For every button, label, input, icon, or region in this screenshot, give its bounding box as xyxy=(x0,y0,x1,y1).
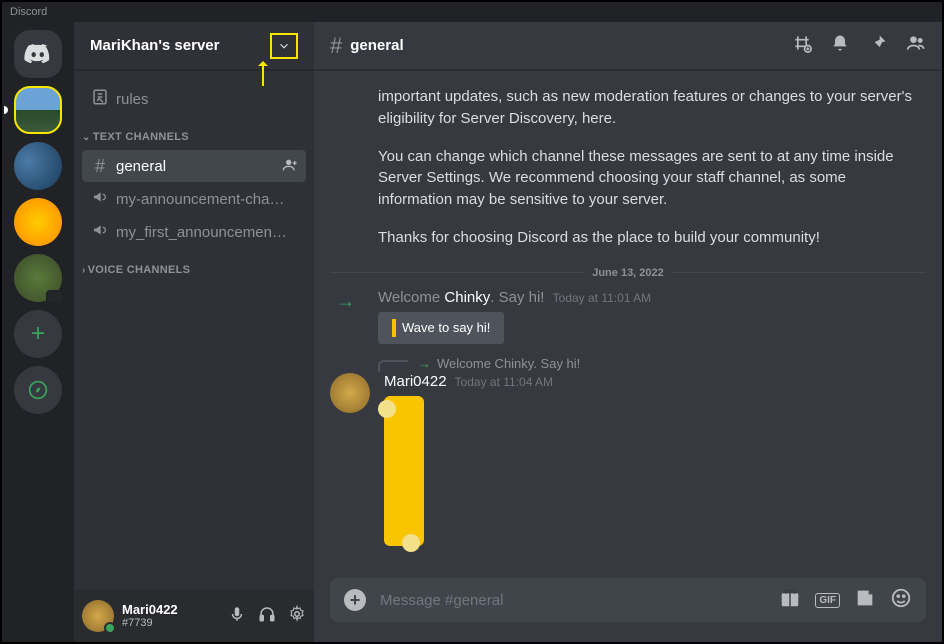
join-arrow-icon: → xyxy=(330,291,362,312)
rules-icon xyxy=(90,88,110,111)
channel-announcement-1[interactable]: my-announcement-cha… xyxy=(82,183,306,215)
channel-label: general xyxy=(116,158,166,175)
channel-header: # general xyxy=(314,22,942,70)
message-composer[interactable]: + Message #general GIF xyxy=(330,578,926,622)
welcome-message: → Welcome Chinky. Say hi! Today at 11:01… xyxy=(330,289,926,344)
main-area: # general important updates, such as new… xyxy=(314,22,942,642)
category-voice[interactable]: › VOICE CHANNELS xyxy=(74,258,314,282)
server-header[interactable]: MariKhan's server xyxy=(74,22,314,70)
message-row: Mari0422 Today at 11:04 AM xyxy=(330,373,926,546)
members-button[interactable] xyxy=(906,33,926,58)
composer-placeholder[interactable]: Message #general xyxy=(380,592,765,609)
attach-button[interactable]: + xyxy=(344,589,366,611)
window-titlebar: Discord xyxy=(2,2,942,22)
self-tag: #7739 xyxy=(122,617,220,629)
self-avatar[interactable] xyxy=(82,600,114,632)
deafen-button[interactable] xyxy=(258,605,276,628)
server-icon-1[interactable] xyxy=(14,86,62,134)
server-name: MariKhan's server xyxy=(90,37,219,54)
reply-reference[interactable]: → Welcome Chinky. Say hi! xyxy=(378,356,926,371)
welcome-prefix: Welcome xyxy=(378,289,444,306)
channel-sidebar: MariKhan's server rules ⌄ TEXT CHANNELS xyxy=(74,22,314,642)
user-panel: Mari0422 #7739 xyxy=(74,590,314,642)
event-badge xyxy=(46,290,64,304)
welcome-username[interactable]: Chinky xyxy=(444,289,490,306)
status-online xyxy=(104,622,116,634)
channel-general[interactable]: # general xyxy=(82,150,306,182)
notifications-button[interactable] xyxy=(830,33,850,58)
gif-button[interactable]: GIF xyxy=(815,593,840,608)
threads-icon xyxy=(792,33,812,53)
wave-button[interactable]: Wave to say hi! xyxy=(378,312,504,344)
chevron-down-icon: ⌄ xyxy=(82,132,91,143)
megaphone-icon xyxy=(90,222,110,243)
hash-icon: # xyxy=(90,156,110,177)
channel-announcement-2[interactable]: my_first_announcemen… xyxy=(82,216,306,248)
category-label: TEXT CHANNELS xyxy=(93,131,189,143)
create-invite-icon[interactable] xyxy=(282,157,298,176)
join-arrow-icon: → xyxy=(418,356,431,371)
server-icon-4[interactable] xyxy=(14,254,62,302)
system-paragraph: important updates, such as new moderatio… xyxy=(378,86,918,130)
gift-icon xyxy=(779,587,801,609)
add-server-button[interactable]: + xyxy=(14,310,62,358)
divider-date: June 13, 2022 xyxy=(584,267,672,279)
system-paragraph: You can change which channel these messa… xyxy=(378,146,918,211)
welcome-suffix: . Say hi! xyxy=(490,289,544,306)
channel-label: my-announcement-cha… xyxy=(116,191,284,208)
mute-button[interactable] xyxy=(228,605,246,628)
channel-rules[interactable]: rules xyxy=(82,83,306,115)
wave-label: Wave to say hi! xyxy=(402,320,490,335)
compass-icon xyxy=(28,380,48,400)
server-icon-3[interactable] xyxy=(14,198,62,246)
channel-label: my_first_announcemen… xyxy=(116,224,287,241)
sticker-button[interactable] xyxy=(854,587,876,614)
category-text[interactable]: ⌄ TEXT CHANNELS xyxy=(74,125,314,149)
wave-icon xyxy=(392,319,396,337)
settings-button[interactable] xyxy=(288,605,306,628)
hash-icon: # xyxy=(330,33,342,59)
discord-icon xyxy=(24,44,52,64)
channel-label: rules xyxy=(116,91,149,108)
message-timestamp: Today at 11:04 AM xyxy=(455,375,554,389)
members-icon xyxy=(906,33,926,53)
mic-icon xyxy=(228,605,246,623)
channel-title: general xyxy=(350,37,403,54)
emoji-button[interactable] xyxy=(890,587,912,614)
message-author[interactable]: Mari0422 xyxy=(384,373,447,390)
server-icon-2[interactable] xyxy=(14,142,62,190)
explore-button[interactable] xyxy=(14,366,62,414)
message-list: important updates, such as new moderatio… xyxy=(314,70,942,578)
pinned-button[interactable] xyxy=(868,33,888,58)
chevron-down-icon xyxy=(277,39,291,53)
threads-button[interactable] xyxy=(792,33,812,58)
self-username: Mari0422 xyxy=(122,603,220,617)
message-avatar[interactable] xyxy=(330,373,370,413)
sticker-image[interactable] xyxy=(384,396,424,546)
date-divider: June 13, 2022 xyxy=(330,267,926,279)
emoji-icon xyxy=(890,587,912,609)
gift-button[interactable] xyxy=(779,587,801,614)
reply-text: Welcome Chinky. Say hi! xyxy=(437,356,580,371)
server-dropdown-button[interactable] xyxy=(270,33,298,59)
pin-icon xyxy=(868,33,888,53)
welcome-timestamp: Today at 11:01 AM xyxy=(553,291,652,305)
sticker-icon xyxy=(854,587,876,609)
category-label: VOICE CHANNELS xyxy=(88,264,191,276)
bell-icon xyxy=(830,33,850,53)
system-paragraph: Thanks for choosing Discord as the place… xyxy=(378,227,918,249)
annotation-arrow xyxy=(262,62,264,86)
headphones-icon xyxy=(258,605,276,623)
megaphone-icon xyxy=(90,189,110,210)
chevron-right-icon: › xyxy=(82,265,86,276)
server-rail: + xyxy=(2,22,74,642)
home-button[interactable] xyxy=(14,30,62,78)
gear-icon xyxy=(288,605,306,623)
